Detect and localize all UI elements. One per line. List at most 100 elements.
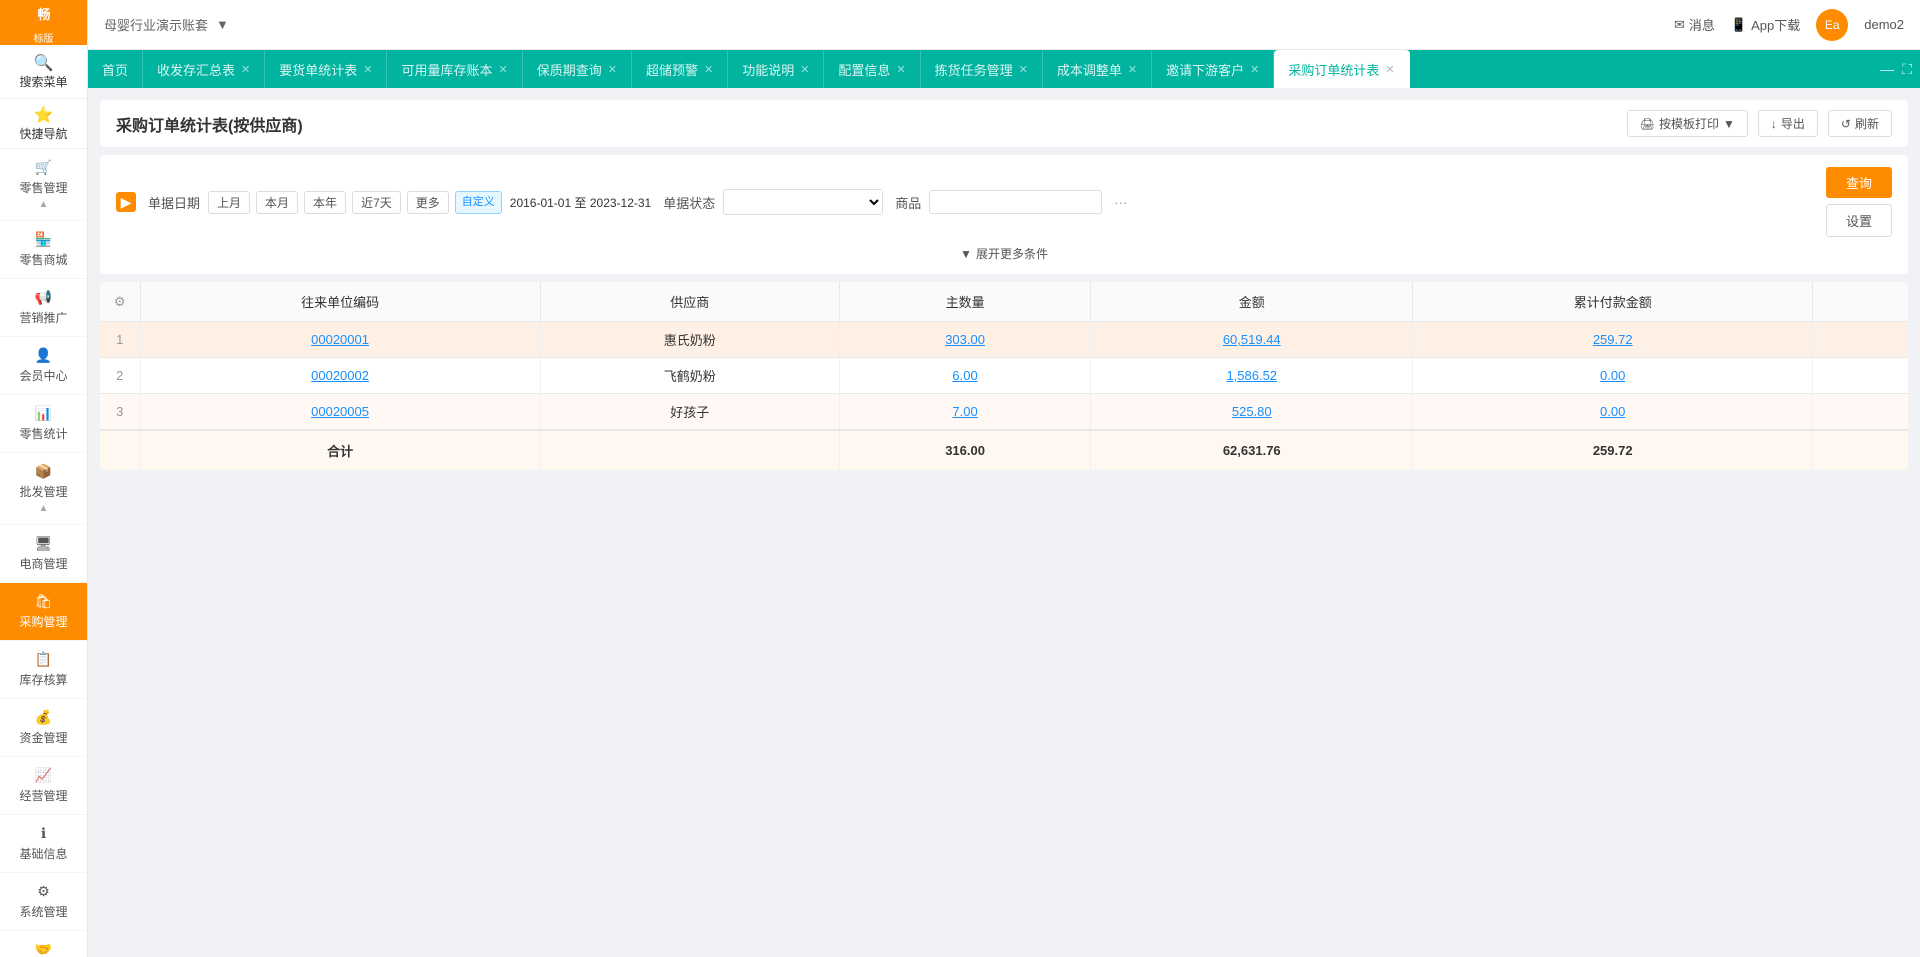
expand-more-filters-button[interactable]: ▼ 展开更多条件 (116, 245, 1892, 262)
sidebar-wholesale-label: 批发管理 (19, 483, 67, 500)
goods-filter-ellipsis[interactable]: ··· (1110, 195, 1131, 210)
tab-overstock-warning[interactable]: 超储预警 ✕ (632, 50, 728, 88)
tab-function-desc[interactable]: 功能说明 ✕ (728, 50, 824, 88)
tabbar-controls: — ⛶ (1880, 61, 1920, 78)
settings-button[interactable]: 设置 (1826, 204, 1892, 237)
date-more-btn[interactable]: 更多 (407, 191, 449, 214)
table-row: 2 00020002 飞鹤奶粉 6.00 1,586.52 0.00 (100, 358, 1908, 394)
sidebar-item-member-center[interactable]: 👤 会员中心 (0, 337, 87, 395)
filter-toggle-button[interactable]: ▶ (116, 192, 136, 212)
search-button[interactable]: 查询 (1826, 167, 1892, 198)
col-code-header: 往来单位编码 (140, 282, 540, 322)
sidebar-item-ecom-mgmt[interactable]: 🖥 电商管理 (0, 525, 87, 583)
tab-picking-task[interactable]: 拣货任务管理 ✕ (921, 50, 1043, 88)
app-download-button[interactable]: 📱 App下载 (1731, 15, 1800, 34)
tab-available-inventory-close[interactable]: ✕ (499, 63, 508, 76)
app-download-icon: 📱 (1731, 17, 1747, 33)
message-button[interactable]: ✉ 消息 (1674, 15, 1715, 34)
template-print-button[interactable]: 🖨 按模板打印 ▼ (1627, 110, 1748, 137)
sidebar-item-sys-mgmt[interactable]: ⚙ 系统管理 (0, 873, 87, 931)
column-settings-icon[interactable]: ⚙ (114, 294, 126, 309)
user-name: demo2 (1864, 17, 1904, 32)
corp-collab-icon: 🤝 (35, 941, 52, 957)
tab-shelf-life-label: 保质期查询 (537, 60, 602, 79)
tab-cost-adjust[interactable]: 成本调整单 ✕ (1043, 50, 1152, 88)
sidebar-item-ops-mgmt[interactable]: 📈 经营管理 (0, 757, 87, 815)
footer-qty: 316.00 (839, 430, 1091, 470)
goods-filter-group: 商品 ··· (895, 190, 1131, 214)
sidebar-item-retail-stats[interactable]: 📊 零售统计 (0, 395, 87, 453)
tab-available-inventory[interactable]: 可用量库存账本 ✕ (387, 50, 522, 88)
tab-available-inventory-label: 可用量库存账本 (401, 60, 492, 79)
tab-cost-adjust-close[interactable]: ✕ (1128, 63, 1137, 76)
date-this-year-btn[interactable]: 本年 (304, 191, 346, 214)
sidebar-sys-label: 系统管理 (19, 903, 67, 920)
cell-num-2: 3 (100, 394, 140, 431)
goods-filter-input[interactable] (929, 190, 1102, 214)
tab-shelf-life[interactable]: 保质期查询 ✕ (523, 50, 632, 88)
sidebar-retail-mgmt-label: 零售管理 (19, 179, 67, 196)
sidebar-item-retail-shop[interactable]: 🏪 零售商城 (0, 221, 87, 279)
search-menu-item[interactable]: 🔍 搜索菜单 (0, 45, 87, 99)
tab-config-info[interactable]: 配置信息 ✕ (824, 50, 920, 88)
app-download-label: App下载 (1751, 15, 1800, 34)
export-label: 导出 (1781, 115, 1805, 132)
cell-num-0: 1 (100, 322, 140, 358)
sidebar-retail-stats-label: 零售统计 (19, 425, 67, 442)
sidebar-item-corp-collab[interactable]: 🤝 企业协同 (0, 931, 87, 957)
cell-extra-2 (1813, 394, 1908, 431)
tab-invite-downstream-close[interactable]: ✕ (1250, 63, 1259, 76)
expand-more-label: 展开更多条件 (976, 245, 1048, 262)
tab-purchase-order-stats[interactable]: 采购订单统计表 ✕ (1274, 50, 1409, 88)
workspace-dropdown-icon[interactable]: ▼ (216, 17, 229, 32)
sidebar-item-inventory[interactable]: 📋 库存核算 (0, 641, 87, 699)
cell-amount-0: 60,519.44 (1091, 322, 1413, 358)
col-supplier-label: 供应商 (670, 295, 709, 310)
tab-home[interactable]: 首页 (88, 50, 143, 88)
export-button[interactable]: ↓ 导出 (1758, 110, 1818, 137)
tab-purchase-stats-label: 要货单统计表 (279, 60, 357, 79)
sidebar-item-purchase-mgmt[interactable]: 🛍 采购管理 (0, 583, 87, 641)
col-qty-label: 主数量 (946, 295, 985, 310)
tab-overstock-warning-close[interactable]: ✕ (704, 63, 713, 76)
sidebar-item-wholesale-mgmt[interactable]: 📦 批发管理 ▲ (0, 453, 87, 525)
date-last-7-days-btn[interactable]: 近7天 (352, 191, 401, 214)
status-filter-select[interactable] (723, 189, 883, 215)
tab-shelf-life-close[interactable]: ✕ (608, 63, 617, 76)
col-code-label: 往来单位编码 (301, 295, 379, 310)
tab-invite-downstream[interactable]: 邀请下游客户 ✕ (1152, 50, 1274, 88)
quick-nav-item[interactable]: ⭐ 快捷导航 (0, 99, 87, 149)
tab-function-desc-close[interactable]: ✕ (800, 63, 809, 76)
sidebar-ecom-label: 电商管理 (19, 555, 67, 572)
main-area: 母婴行业演示账套 ▼ ✉ 消息 📱 App下载 Ea demo2 首页 收发存汇… (88, 0, 1920, 957)
tab-minimize-icon[interactable]: — (1880, 61, 1894, 77)
tab-purchase-stats-close[interactable]: ✕ (363, 63, 372, 76)
tab-receive-summary[interactable]: 收发存汇总表 ✕ (143, 50, 265, 88)
refresh-button[interactable]: ↺ 刷新 (1828, 110, 1892, 137)
sidebar-item-finance[interactable]: 💰 资金管理 (0, 699, 87, 757)
ops-mgmt-icon: 📈 (35, 767, 52, 784)
page-title: 采购订单统计表(按供应商) (116, 112, 303, 136)
col-settings: ⚙ (100, 282, 140, 322)
member-center-icon: 👤 (35, 347, 52, 364)
tab-config-info-close[interactable]: ✕ (896, 63, 905, 76)
footer-label: 合计 (140, 430, 540, 470)
tab-purchase-order-stats-close[interactable]: ✕ (1385, 63, 1394, 76)
date-last-month-btn[interactable]: 上月 (208, 191, 250, 214)
retail-mgmt-icon: 🛒 (35, 159, 52, 176)
template-print-dropdown-icon: ▼ (1723, 117, 1735, 131)
tab-receive-summary-close[interactable]: ✕ (241, 63, 250, 76)
cell-qty-1: 6.00 (839, 358, 1091, 394)
user-avatar[interactable]: Ea (1816, 9, 1848, 41)
sidebar-item-marketing[interactable]: 📢 营销推广 (0, 279, 87, 337)
cell-paid-2: 0.00 (1413, 394, 1813, 431)
tab-picking-task-close[interactable]: ✕ (1019, 63, 1028, 76)
sidebar-item-basic-info[interactable]: ℹ 基础信息 (0, 815, 87, 873)
app-logo[interactable]: 畅 标版 (0, 0, 87, 45)
data-table: ⚙ 往来单位编码 供应商 主数量 金额 (100, 282, 1908, 470)
tab-maximize-icon[interactable]: ⛶ (1902, 61, 1912, 78)
sidebar-item-retail-mgmt[interactable]: 🛒 零售管理 ▲ (0, 149, 87, 221)
date-this-month-btn[interactable]: 本月 (256, 191, 298, 214)
cell-num-1: 2 (100, 358, 140, 394)
tab-purchase-stats[interactable]: 要货单统计表 ✕ (265, 50, 387, 88)
